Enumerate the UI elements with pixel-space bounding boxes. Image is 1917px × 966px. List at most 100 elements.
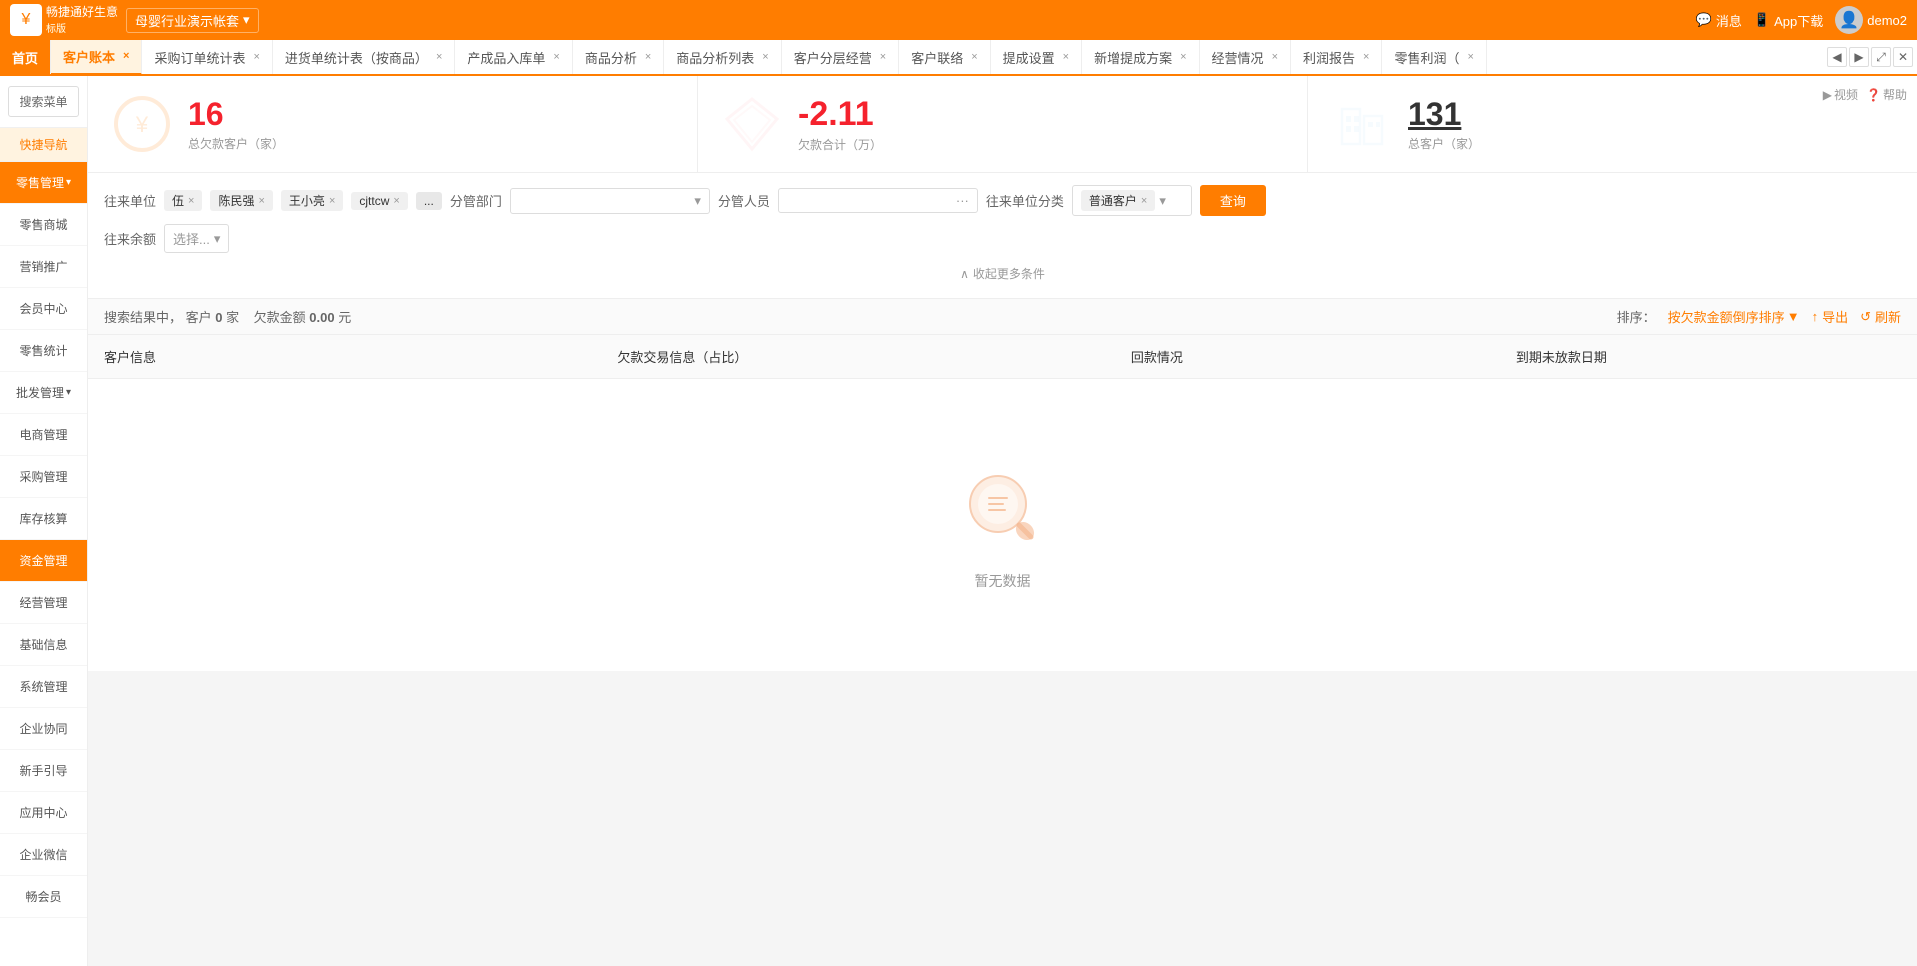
collapse-button[interactable]: ∧ 收起更多条件 <box>104 261 1901 286</box>
sidebar-item-ops-mgmt[interactable]: 经营管理 <box>0 582 87 624</box>
close-icon[interactable]: × <box>1467 51 1473 63</box>
tab-new-promotion[interactable]: 新增提成方案 × <box>1082 40 1199 75</box>
unit-tag-wang: 王小亮 × <box>281 190 343 211</box>
sidebar-item-inventory[interactable]: 库存核算 <box>0 498 87 540</box>
main-layout: 搜索菜单 快捷导航 零售管理 ▾ 零售商城 营销推广 会员中心 零售统计 批发管… <box>0 76 1917 966</box>
tab-promotion-settings[interactable]: 提成设置 × <box>991 40 1082 75</box>
sort-select[interactable]: 按欠款金额倒序排序 ▼ <box>1668 307 1800 326</box>
sidebar-item-basic-info[interactable]: 基础信息 <box>0 624 87 666</box>
app-download-button[interactable]: 📱 App下载 <box>1754 11 1823 30</box>
tab-cost-inbound[interactable]: 产成品入库单 × <box>455 40 572 75</box>
filter-row-2: 往来余额 选择... ▾ <box>104 224 1901 253</box>
remove-tag-wang[interactable]: × <box>329 195 335 207</box>
result-info: 搜索结果中， 客户 0 家 欠款金额 0.00 元 <box>104 307 351 326</box>
col-debt-info: 欠款交易信息（占比） <box>617 347 1130 366</box>
sidebar-item-sys-mgmt[interactable]: 系统管理 <box>0 666 87 708</box>
person-select[interactable]: ··· <box>778 188 978 213</box>
sidebar-item-retail-stats[interactable]: 零售统计 <box>0 330 87 372</box>
close-icon[interactable]: × <box>762 51 768 63</box>
quick-nav-button[interactable]: 快捷导航 <box>0 128 87 162</box>
diamond-icon <box>722 94 782 154</box>
debt-customers-number: 16 <box>188 96 284 133</box>
coin-icon: ¥ <box>112 94 172 154</box>
remove-tag-wu[interactable]: × <box>188 195 194 207</box>
stats-row: ¥ 16 总欠款客户（家） -2.11 欠款合计（万 <box>88 76 1917 173</box>
remove-tag-chen[interactable]: × <box>258 195 264 207</box>
user-avatar-button[interactable]: 👤 demo2 <box>1835 6 1907 34</box>
refresh-button[interactable]: ↺ 刷新 <box>1860 307 1901 326</box>
sort-label: 排序： <box>1617 307 1656 326</box>
tab-maximize-button[interactable]: ⤢ <box>1871 47 1891 67</box>
tab-home[interactable]: 首页 <box>0 40 51 75</box>
close-icon[interactable]: × <box>253 51 259 63</box>
video-link[interactable]: ▶ 视频 <box>1823 86 1858 103</box>
tab-prev-button[interactable]: ◀ <box>1827 47 1847 67</box>
empty-state: 暂无数据 <box>88 379 1917 671</box>
tab-product-analysis-list[interactable]: 商品分析列表 × <box>664 40 781 75</box>
sidebar-search-area: 搜索菜单 <box>0 76 87 128</box>
avatar: 👤 <box>1835 6 1863 34</box>
tab-customer-book[interactable]: 客户账本 × <box>51 40 142 75</box>
tab-customer-tier[interactable]: 客户分层经营 × <box>782 40 899 75</box>
close-icon[interactable]: × <box>1180 51 1186 63</box>
tab-close-all-button[interactable]: ✕ <box>1893 47 1913 67</box>
sidebar-item-retail-mgmt[interactable]: 零售管理 ▾ <box>0 162 87 204</box>
top-bar-right: 💬 消息 📱 App下载 👤 demo2 <box>1696 6 1907 34</box>
close-icon[interactable]: × <box>971 51 977 63</box>
query-button[interactable]: 查询 <box>1200 185 1266 216</box>
sidebar-item-batch-mgmt[interactable]: 批发管理 ▾ <box>0 372 87 414</box>
sidebar-item-ecommerce[interactable]: 电商管理 <box>0 414 87 456</box>
tab-inbound-stats[interactable]: 进货单统计表（按商品） × <box>273 40 455 75</box>
account-dropdown[interactable]: 母婴行业演示帐套 ▾ <box>126 8 259 33</box>
close-icon[interactable]: × <box>1272 51 1278 63</box>
close-icon[interactable]: × <box>553 51 559 63</box>
tab-profit-report[interactable]: 利润报告 × <box>1291 40 1382 75</box>
unit-tag-more[interactable]: ... <box>416 192 442 210</box>
refresh-icon: ↺ <box>1860 309 1871 325</box>
close-icon[interactable]: × <box>1063 51 1069 63</box>
remove-tag-cjttcw[interactable]: × <box>393 195 399 207</box>
search-menu-button[interactable]: 搜索菜单 <box>8 86 79 117</box>
close-icon[interactable]: × <box>1363 51 1369 63</box>
remove-class-tag[interactable]: × <box>1141 195 1147 207</box>
balance-label: 往来余额 <box>104 229 156 248</box>
top-bar-left: ¥ 畅捷通好生意 标版 母婴行业演示帐套 ▾ <box>10 4 259 36</box>
messages-button[interactable]: 💬 消息 <box>1696 11 1742 30</box>
help-links: ▶ 视频 ❓ 帮助 <box>1823 86 1907 103</box>
unit-tag-cjttcw: cjttcw × <box>351 192 407 210</box>
sidebar-item-retail-mall[interactable]: 零售商城 <box>0 204 87 246</box>
tab-next-button[interactable]: ▶ <box>1849 47 1869 67</box>
close-icon[interactable]: × <box>645 51 651 63</box>
export-button[interactable]: ↑ 导出 <box>1812 307 1849 326</box>
help-icon: ❓ <box>1866 88 1881 102</box>
sidebar-item-member-center[interactable]: 会员中心 <box>0 288 87 330</box>
logo-text: 畅捷通好生意 标版 <box>46 5 118 36</box>
balance-select[interactable]: 选择... ▾ <box>164 224 229 253</box>
sidebar-item-app-center[interactable]: 应用中心 <box>0 792 87 834</box>
dept-select[interactable]: ▾ <box>510 188 710 214</box>
tab-operations[interactable]: 经营情况 × <box>1200 40 1291 75</box>
unit-class-select[interactable]: 普通客户 × ▾ <box>1072 185 1192 216</box>
building-icon <box>1332 94 1392 154</box>
tab-purchase-order[interactable]: 采购订单统计表 × <box>142 40 272 75</box>
close-icon[interactable]: × <box>880 51 886 63</box>
unit-label: 往来单位 <box>104 191 156 210</box>
sidebar-item-marketing[interactable]: 营销推广 <box>0 246 87 288</box>
sidebar-item-purchase-mgmt[interactable]: 采购管理 <box>0 456 87 498</box>
sidebar-item-member-vip[interactable]: 畅会员 <box>0 876 87 918</box>
close-icon[interactable]: × <box>123 50 129 62</box>
tab-customer-contact[interactable]: 客户联络 × <box>899 40 990 75</box>
dept-label: 分管部门 <box>450 191 502 210</box>
tab-retail-profit[interactable]: 零售利润（ × <box>1382 40 1486 75</box>
sidebar-item-finance-mgmt[interactable]: 资金管理 <box>0 540 87 582</box>
table-header: 客户信息 欠款交易信息（占比） 回款情况 到期未放款日期 <box>88 335 1917 379</box>
chevron-up-icon: ∧ <box>960 267 969 281</box>
logo-area: ¥ 畅捷通好生意 标版 <box>10 4 118 36</box>
sidebar-item-new-guide[interactable]: 新手引导 <box>0 750 87 792</box>
sidebar-item-enterprise-wechat[interactable]: 企业微信 <box>0 834 87 876</box>
tab-product-analysis[interactable]: 商品分析 × <box>573 40 664 75</box>
close-icon[interactable]: × <box>436 51 442 63</box>
sidebar-item-enterprise-coop[interactable]: 企业协同 <box>0 708 87 750</box>
empty-icon <box>953 459 1053 559</box>
help-link[interactable]: ❓ 帮助 <box>1866 86 1907 103</box>
